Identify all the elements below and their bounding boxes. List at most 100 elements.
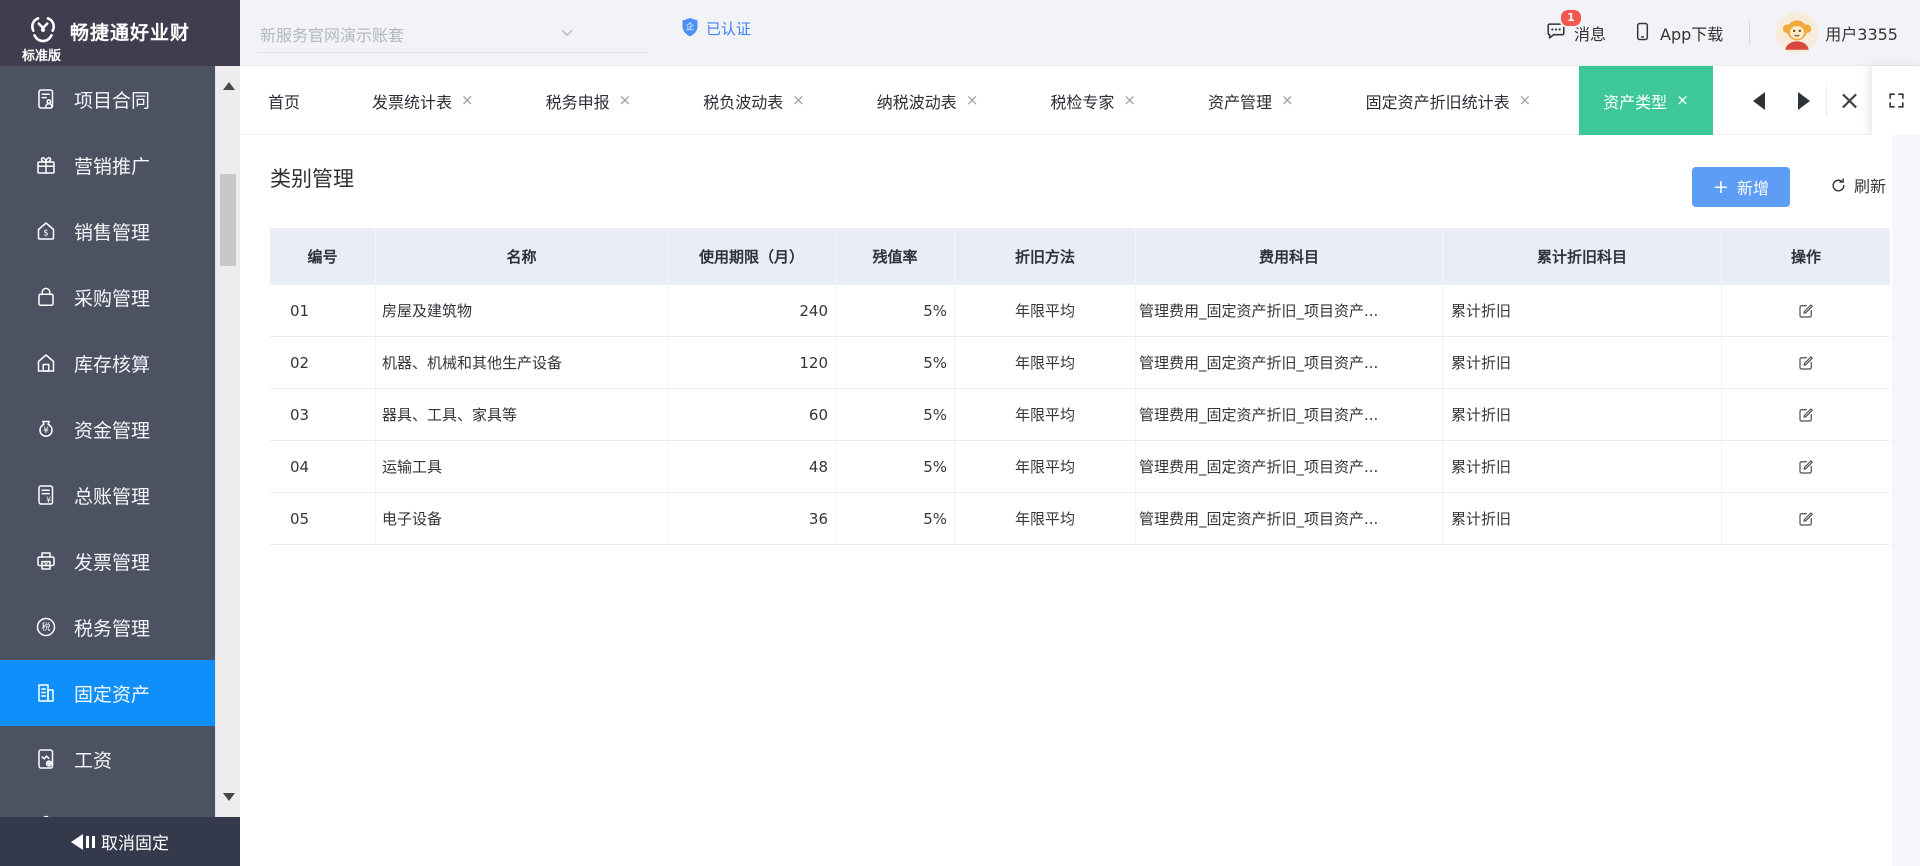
sidebar-item-label: 总账管理	[74, 485, 151, 508]
topbar-right: 1 消息 App下载 用户3355	[1545, 0, 1898, 66]
close-icon[interactable]	[1281, 93, 1294, 108]
user-menu[interactable]: 用户3355	[1776, 12, 1898, 54]
messages-button[interactable]: 1 消息	[1545, 8, 1606, 46]
sidebar-item-invoice[interactable]: ¥ 发票管理	[0, 528, 215, 594]
edit-button[interactable]	[1796, 301, 1816, 321]
scroll-down-button[interactable]	[216, 785, 241, 809]
close-icon[interactable]	[966, 93, 979, 108]
tab-invoice-stats[interactable]: 发票统计表	[348, 66, 498, 135]
edit-button[interactable]	[1796, 509, 1816, 529]
column-header: 折旧方法	[955, 228, 1136, 285]
collapse-left-icon	[71, 833, 95, 850]
scrollbar-thumb[interactable]	[220, 174, 236, 266]
column-header: 残值率	[836, 228, 955, 285]
cell-term: 36	[668, 493, 836, 544]
cell-name: 机器、机械和其他生产设备	[376, 337, 668, 388]
cell-method: 年限平均	[955, 337, 1136, 388]
cell-rate: 5%	[836, 337, 955, 388]
open-tabs: 首页 发票统计表 税务申报 税负波动表 纳税波动表 税检专家	[240, 66, 1713, 135]
tab-tax-filing[interactable]: 税务申报	[522, 66, 656, 135]
cell-accumulated-account: 累计折旧	[1443, 337, 1722, 388]
tab-fixed-asset-depreciation-stats[interactable]: 固定资产折旧统计表	[1342, 66, 1556, 135]
sidebar-item-business[interactable]: 经营管理	[0, 792, 215, 817]
edit-button[interactable]	[1796, 353, 1816, 373]
tabs-scroll-left-button[interactable]	[1736, 66, 1781, 135]
fullscreen-button[interactable]	[1872, 66, 1920, 135]
column-header: 费用科目	[1136, 228, 1443, 285]
cell-method: 年限平均	[955, 493, 1136, 544]
topbar: 新服务官网演示账套 企 已认证 1 消息 App下载 用户3355	[240, 0, 1920, 66]
cell-actions	[1722, 493, 1890, 544]
close-icon[interactable]	[792, 93, 805, 108]
sidebar-item-general-ledger[interactable]: ¥ 总账管理	[0, 462, 215, 528]
scroll-up-button[interactable]	[216, 74, 241, 98]
table-row: 02 机器、机械和其他生产设备 120 5% 年限平均 管理费用_固定资产折旧_…	[270, 337, 1890, 389]
sidebar-item-project-contract[interactable]: 项目合同	[0, 66, 215, 132]
cell-actions	[1722, 285, 1890, 336]
sidebar-item-label: 税务管理	[74, 617, 151, 640]
cell-code: 04	[270, 441, 376, 492]
sidebar-item-purchase[interactable]: 采购管理	[0, 264, 215, 330]
cell-expense-account: 管理费用_固定资产折旧_项目资产...	[1136, 493, 1443, 544]
close-icon[interactable]	[619, 93, 632, 108]
store-dollar-icon: $	[34, 219, 58, 243]
column-header: 累计折旧科目	[1443, 228, 1722, 285]
cell-method: 年限平均	[955, 389, 1136, 440]
refresh-icon	[1832, 177, 1845, 191]
tab-tax-inspection-expert[interactable]: 税检专家	[1026, 66, 1160, 135]
contract-doc-icon	[34, 87, 58, 111]
tab-tax-burden-fluctuation[interactable]: 税负波动表	[679, 66, 829, 135]
column-header: 使用期限（月）	[668, 228, 836, 285]
tab-home[interactable]: 首页	[244, 66, 324, 135]
cell-rate: 5%	[836, 441, 955, 492]
tabbar: 首页 发票统计表 税务申报 税负波动表 纳税波动表 税检专家	[240, 66, 1920, 135]
sidebar-item-inventory[interactable]: 库存核算	[0, 330, 215, 396]
app-download-button[interactable]: App下载	[1632, 21, 1723, 46]
building-icon	[34, 681, 58, 705]
edit-pencil-icon	[1799, 407, 1813, 422]
sidebar-item-fixed-assets[interactable]: 固定资产	[0, 660, 215, 726]
edit-button[interactable]	[1796, 457, 1816, 477]
sidebar-scrollbar[interactable]	[215, 66, 240, 817]
shield-icon: 企	[680, 17, 700, 39]
cell-method: 年限平均	[955, 285, 1136, 336]
tab-tax-payment-fluctuation[interactable]: 纳税波动表	[853, 66, 1003, 135]
edit-pencil-icon	[1799, 459, 1813, 474]
sidebar-item-funds[interactable]: ¥ 资金管理	[0, 396, 215, 462]
add-button-label: 新增	[1736, 179, 1769, 198]
add-button[interactable]: 新增	[1692, 167, 1790, 207]
tab-asset-management[interactable]: 资产管理	[1184, 66, 1318, 135]
account-book-select[interactable]: 新服务官网演示账套	[258, 14, 648, 53]
tab-asset-type[interactable]: 资产类型	[1579, 66, 1713, 135]
unpin-sidebar-button[interactable]: 取消固定	[0, 817, 240, 866]
sidebar-item-marketing[interactable]: 营销推广	[0, 132, 215, 198]
sidebar-item-tax[interactable]: 税 税务管理	[0, 594, 215, 660]
gift-icon	[34, 153, 58, 177]
tabs-scroll-right-button[interactable]	[1781, 66, 1826, 135]
verified-badge[interactable]: 企 已认证	[680, 17, 751, 39]
chevron-down-icon	[558, 24, 576, 42]
close-icon[interactable]	[461, 93, 474, 108]
triangle-up-icon	[222, 82, 235, 90]
close-icon[interactable]	[1519, 93, 1532, 108]
brand-name: 畅捷通好业财	[70, 22, 191, 44]
cell-code: 05	[270, 493, 376, 544]
close-icon[interactable]	[1123, 93, 1136, 108]
edit-pencil-icon	[1799, 355, 1813, 370]
cell-actions	[1722, 337, 1890, 388]
cell-accumulated-account: 累计折旧	[1443, 441, 1722, 492]
sidebar-item-label: 项目合同	[74, 89, 151, 112]
sidebar-item-sales[interactable]: $ 销售管理	[0, 198, 215, 264]
sidebar-item-label: 资金管理	[74, 419, 151, 442]
close-tab-button[interactable]	[1827, 66, 1872, 135]
close-icon[interactable]	[1676, 93, 1689, 108]
refresh-button[interactable]: 刷新	[1830, 173, 1886, 197]
tax-coin-icon: 税	[34, 615, 58, 639]
messages-count-badge: 1	[1558, 8, 1583, 28]
sidebar-item-salary[interactable]: 工资	[0, 726, 215, 792]
cell-term: 60	[668, 389, 836, 440]
column-header: 操作	[1790, 248, 1821, 266]
edit-pencil-icon	[1799, 511, 1813, 526]
edit-button[interactable]	[1796, 405, 1816, 425]
svg-text:税: 税	[41, 621, 50, 633]
